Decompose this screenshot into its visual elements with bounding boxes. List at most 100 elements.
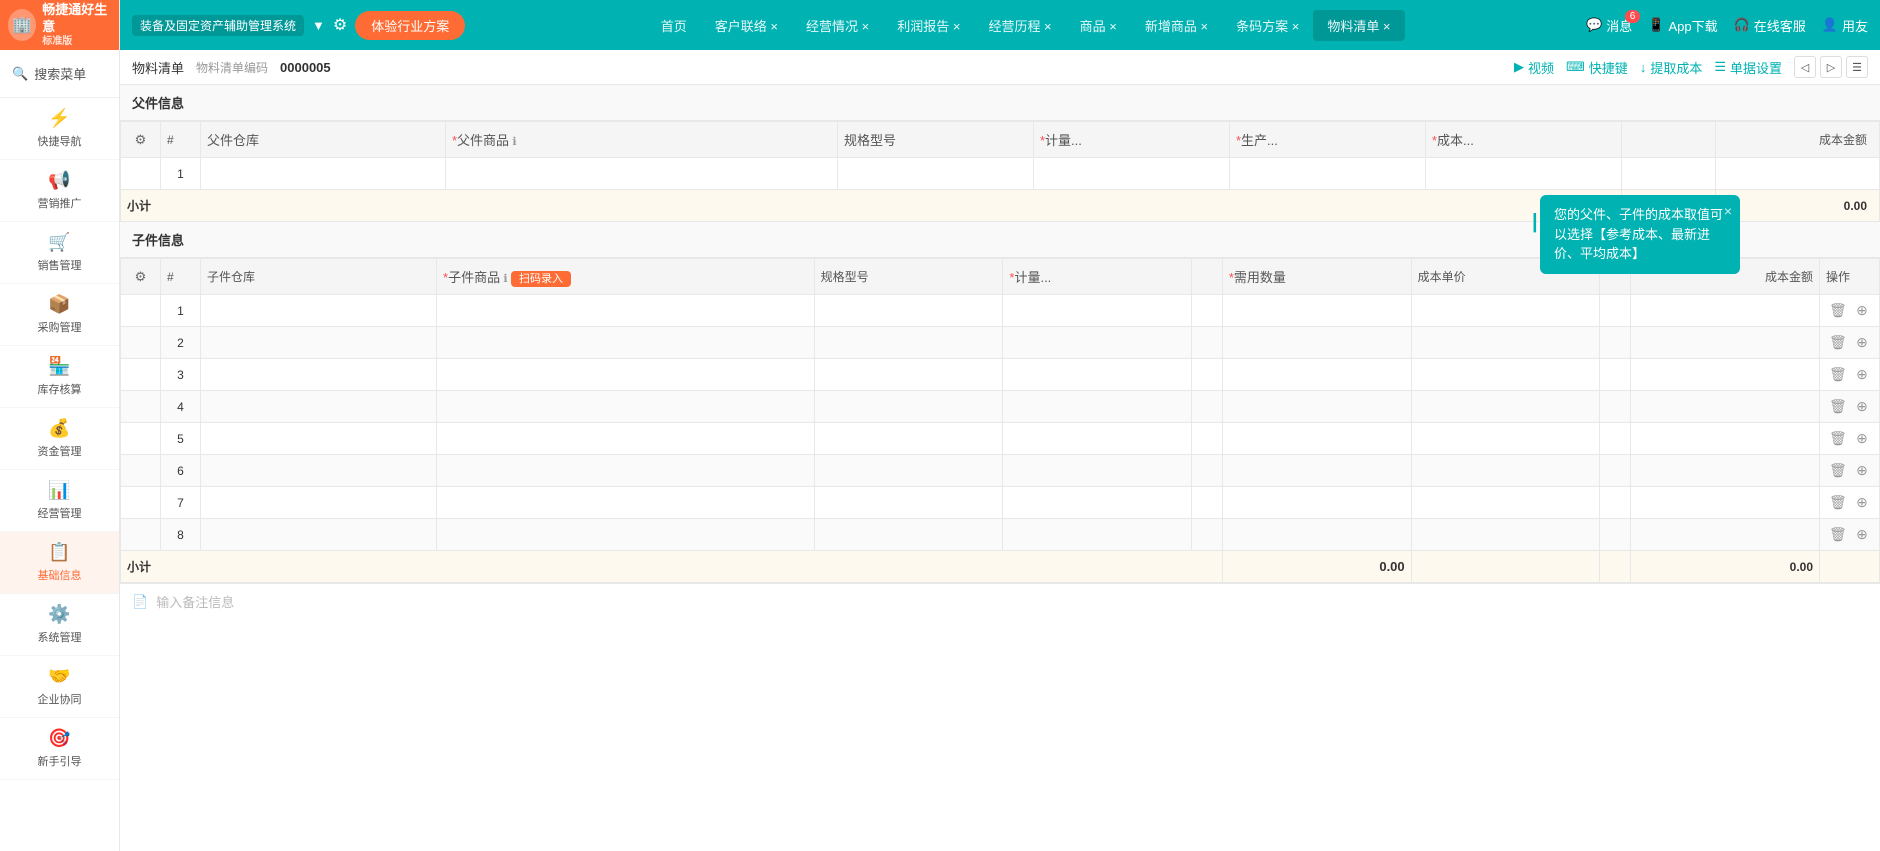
child-row5-copy-icon[interactable]: ⊕	[1853, 428, 1871, 448]
child-row1-delete-icon[interactable]: 🗑	[1826, 300, 1850, 320]
child-row7-unit[interactable]	[1003, 487, 1192, 519]
sidebar-item-enterprise[interactable]: 🤝 企业协同	[0, 656, 119, 718]
sidebar-item-operations[interactable]: 📊 经营管理	[0, 470, 119, 532]
sidebar-item-base-info[interactable]: 📋 基础信息	[0, 532, 119, 594]
nav-prev-button[interactable]: ◁	[1794, 56, 1816, 78]
child-settings-gear-icon[interactable]: ⚙	[135, 269, 147, 284]
sidebar-item-purchase[interactable]: 📦 采购管理	[0, 284, 119, 346]
user-button[interactable]: 👤 用友	[1822, 16, 1868, 35]
child-row2-price[interactable]	[1411, 327, 1600, 359]
extract-cost-button[interactable]: ↓ 提取成本	[1640, 58, 1703, 77]
child-row3-spec[interactable]	[814, 359, 1003, 391]
parent-row-warehouse-cell[interactable]	[201, 158, 446, 190]
online-service-button[interactable]: 🎧 在线客服	[1734, 16, 1806, 35]
child-row6-unit[interactable]	[1003, 455, 1192, 487]
child-row3-price[interactable]	[1411, 359, 1600, 391]
parent-settings-gear-icon[interactable]: ⚙	[135, 132, 147, 147]
child-row2-copy-icon[interactable]: ⊕	[1853, 332, 1871, 352]
nav-item-home[interactable]: 首页	[647, 10, 701, 41]
child-row3-copy-icon[interactable]: ⊕	[1853, 364, 1871, 384]
child-row3-qty[interactable]	[1222, 359, 1411, 391]
child-row6-spec[interactable]	[814, 455, 1003, 487]
child-row8-warehouse[interactable]	[201, 519, 437, 551]
child-row6-qty[interactable]	[1222, 455, 1411, 487]
sidebar-item-sales[interactable]: 🛒 销售管理	[0, 222, 119, 284]
child-row7-product[interactable]	[437, 487, 815, 519]
child-row7-price[interactable]	[1411, 487, 1600, 519]
footer-hint-text[interactable]: 输入备注信息	[156, 592, 234, 611]
tooltip-close-button[interactable]: ×	[1724, 201, 1732, 222]
child-row3-unit[interactable]	[1003, 359, 1192, 391]
child-row1-qty[interactable]	[1222, 295, 1411, 327]
child-row8-spec[interactable]	[814, 519, 1003, 551]
child-row2-warehouse[interactable]	[201, 327, 437, 359]
child-row4-unit[interactable]	[1003, 391, 1192, 423]
single-settings-button[interactable]: ☰ 单据设置	[1714, 58, 1782, 77]
nav-item-profit[interactable]: 利润报告 ×	[883, 10, 974, 41]
child-row2-product[interactable]	[437, 327, 815, 359]
child-row6-price[interactable]	[1411, 455, 1600, 487]
sidebar-item-marketing[interactable]: 📢 营销推广	[0, 160, 119, 222]
child-row8-product[interactable]	[437, 519, 815, 551]
child-row8-copy-icon[interactable]: ⊕	[1853, 524, 1871, 544]
child-row2-spec[interactable]	[814, 327, 1003, 359]
parent-row-batch-cell[interactable]	[1229, 158, 1425, 190]
parent-row-spec-cell[interactable]	[837, 158, 1033, 190]
child-row6-copy-icon[interactable]: ⊕	[1853, 460, 1871, 480]
child-row6-delete-icon[interactable]: 🗑	[1826, 460, 1850, 480]
system-dropdown-icon[interactable]: ▼	[312, 18, 325, 33]
child-row5-qty[interactable]	[1222, 423, 1411, 455]
child-row4-warehouse[interactable]	[201, 391, 437, 423]
search-menu-button[interactable]: 🔍 搜索菜单	[8, 58, 111, 89]
child-row8-delete-icon[interactable]: 🗑	[1826, 524, 1850, 544]
child-row2-delete-icon[interactable]: 🗑	[1826, 332, 1850, 352]
parent-row-cost-cell[interactable]	[1425, 158, 1621, 190]
nav-item-operations[interactable]: 经营情况 ×	[792, 10, 883, 41]
child-row7-qty[interactable]	[1222, 487, 1411, 519]
parent-col-settings[interactable]: ⚙	[121, 122, 161, 158]
child-row1-unit[interactable]	[1003, 295, 1192, 327]
child-row4-qty[interactable]	[1222, 391, 1411, 423]
parent-row-unit-cell[interactable]	[1033, 158, 1229, 190]
nav-item-products[interactable]: 商品 ×	[1066, 10, 1131, 41]
child-row3-product[interactable]	[437, 359, 815, 391]
child-row5-unit[interactable]	[1003, 423, 1192, 455]
child-row5-price[interactable]	[1411, 423, 1600, 455]
sidebar-item-inventory[interactable]: 🏪 库存核算	[0, 346, 119, 408]
child-row4-spec[interactable]	[814, 391, 1003, 423]
child-row4-copy-icon[interactable]: ⊕	[1853, 396, 1871, 416]
child-row8-qty[interactable]	[1222, 519, 1411, 551]
sidebar-item-guide[interactable]: 🎯 新手引导	[0, 718, 119, 780]
nav-list-button[interactable]: ☰	[1846, 56, 1868, 78]
nav-item-add-product[interactable]: 新增商品 ×	[1131, 10, 1222, 41]
sidebar-item-finance[interactable]: 💰 资金管理	[0, 408, 119, 470]
shortcut-button[interactable]: ⌨ 快捷键	[1566, 58, 1628, 77]
child-row1-copy-icon[interactable]: ⊕	[1853, 300, 1871, 320]
nav-item-history[interactable]: 经营历程 ×	[974, 10, 1065, 41]
child-row7-warehouse[interactable]	[201, 487, 437, 519]
child-row4-price[interactable]	[1411, 391, 1600, 423]
child-row5-spec[interactable]	[814, 423, 1003, 455]
child-row2-qty[interactable]	[1222, 327, 1411, 359]
child-row7-delete-icon[interactable]: 🗑	[1826, 492, 1850, 512]
nav-next-button[interactable]: ▷	[1820, 56, 1842, 78]
app-download-button[interactable]: 📱 App下载	[1648, 16, 1717, 35]
child-row6-product[interactable]	[437, 455, 815, 487]
child-row8-price[interactable]	[1411, 519, 1600, 551]
sidebar-item-system[interactable]: ⚙️ 系统管理	[0, 594, 119, 656]
child-col-settings[interactable]: ⚙	[121, 259, 161, 295]
view-video-button[interactable]: ▶ 视频	[1514, 58, 1554, 77]
nav-item-customers[interactable]: 客户联络 ×	[701, 10, 792, 41]
settings-icon[interactable]: ⚙	[333, 15, 347, 35]
trial-button[interactable]: 体验行业方案	[355, 11, 465, 40]
parent-product-info-icon[interactable]: ℹ	[512, 136, 516, 148]
child-row4-product[interactable]	[437, 391, 815, 423]
child-row1-spec[interactable]	[814, 295, 1003, 327]
child-row7-spec[interactable]	[814, 487, 1003, 519]
child-product-info-icon[interactable]: ℹ	[503, 273, 507, 285]
child-row3-warehouse[interactable]	[201, 359, 437, 391]
message-button[interactable]: 💬 消息 6	[1586, 16, 1632, 35]
child-row2-unit[interactable]	[1003, 327, 1192, 359]
sidebar-item-quick-nav[interactable]: ⚡ 快捷导航	[0, 98, 119, 160]
nav-item-bom[interactable]: 物料清单 ×	[1313, 10, 1404, 41]
